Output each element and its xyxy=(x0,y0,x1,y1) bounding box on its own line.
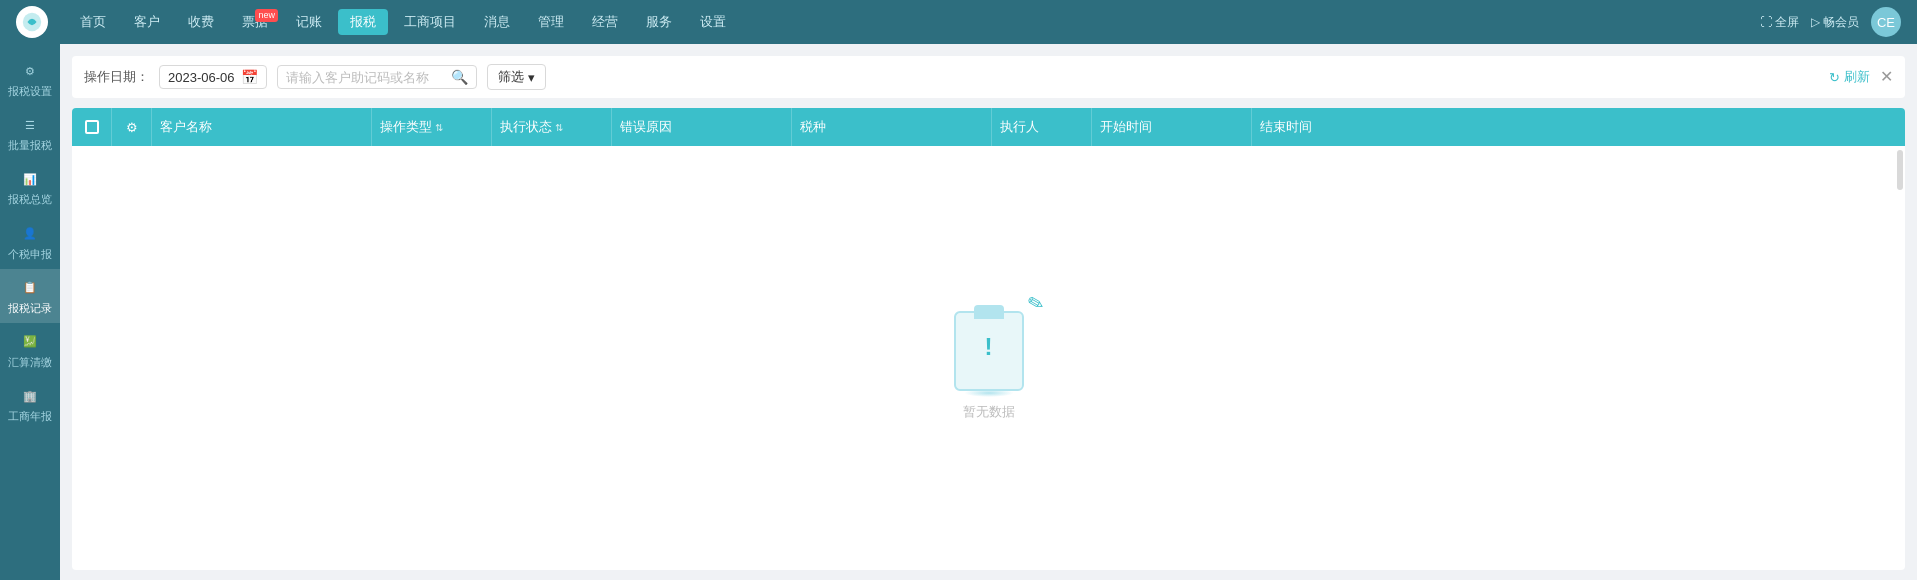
empty-state: ! ✏ 暂无数据 xyxy=(72,146,1905,566)
nav-item-7[interactable]: 消息 xyxy=(472,9,522,35)
tax-person-icon: 👤 xyxy=(19,223,41,245)
search-input[interactable] xyxy=(286,70,451,85)
th-executor: 执行人 xyxy=(992,108,1092,146)
nav-right: ⛶ 全屏 ▷ 畅会员 CE xyxy=(1760,7,1901,37)
avatar[interactable]: CE xyxy=(1871,7,1901,37)
nav-item-2[interactable]: 收费 xyxy=(176,9,226,35)
sort-icon-status: ⇅ xyxy=(555,122,563,133)
sidebar-label-6: 工商年报 xyxy=(8,410,52,423)
clipboard-body: ! xyxy=(954,311,1024,391)
sidebar-item-0[interactable]: ⚙ 报税设置 xyxy=(0,52,60,106)
overview-icon: 📊 xyxy=(19,168,41,190)
refresh-label: 刷新 xyxy=(1844,68,1870,86)
nav-item-8[interactable]: 管理 xyxy=(526,9,576,35)
nav-item-4[interactable]: 记账 xyxy=(284,9,334,35)
th-name: 客户名称 xyxy=(152,108,372,146)
sidebar-item-5[interactable]: 💹 汇算清缴 xyxy=(0,323,60,377)
gear-th: ⚙ xyxy=(112,108,152,146)
sidebar-item-3[interactable]: 👤 个税申报 xyxy=(0,215,60,269)
nav-item-6[interactable]: 工商项目 xyxy=(392,9,468,35)
nav-items: 首页客户收费票据new记账报税工商项目消息管理经营服务设置 xyxy=(68,9,1760,35)
calendar-icon: 📅 xyxy=(241,69,258,85)
fullscreen-button[interactable]: ⛶ 全屏 xyxy=(1760,14,1799,31)
fullscreen-label: 全屏 xyxy=(1775,14,1799,31)
sidebar-item-1[interactable]: ☰ 批量报税 xyxy=(0,106,60,160)
sidebar-item-6[interactable]: 🏢 工商年报 xyxy=(0,377,60,431)
sidebar-label-5: 汇算清缴 xyxy=(8,356,52,369)
vip-icon: ▷ xyxy=(1811,15,1820,29)
th-tax-type: 税种 xyxy=(792,108,992,146)
th-end-time: 结束时间 xyxy=(1252,108,1392,146)
search-icon[interactable]: 🔍 xyxy=(451,69,468,85)
fullscreen-icon: ⛶ xyxy=(1760,15,1772,29)
table-header: ⚙ 客户名称 操作类型 ⇅ 执行状态 ⇅ 错误原因 税种 xyxy=(72,108,1905,146)
nav-item-9[interactable]: 经营 xyxy=(580,9,630,35)
empty-text: 暂无数据 xyxy=(963,403,1015,421)
th-type[interactable]: 操作类型 ⇅ xyxy=(372,108,492,146)
exclaim-icon: ! xyxy=(985,333,993,361)
select-all-th xyxy=(72,108,112,146)
pen-icon: ✏ xyxy=(1022,288,1049,317)
empty-illustration: ! ✏ xyxy=(929,291,1049,391)
date-value: 2023-06-06 xyxy=(168,70,235,85)
nav-item-11[interactable]: 设置 xyxy=(688,9,738,35)
sidebar-label-2: 报税总览 xyxy=(8,193,52,206)
th-status[interactable]: 执行状态 ⇅ xyxy=(492,108,612,146)
filter-button[interactable]: 筛选 ▾ xyxy=(487,64,546,90)
sidebar-label-1: 批量报税 xyxy=(8,139,52,152)
sidebar-item-2[interactable]: 📊 报税总览 xyxy=(0,160,60,214)
nav-item-1[interactable]: 客户 xyxy=(122,9,172,35)
sort-icon-type: ⇅ xyxy=(435,122,443,133)
nav-item-3[interactable]: 票据new xyxy=(230,9,280,35)
settings-icon: ⚙ xyxy=(19,60,41,82)
filter-bar: 操作日期： 2023-06-06 📅 🔍 筛选 ▾ ↻ 刷新 ✕ xyxy=(72,56,1905,98)
sidebar-label-4: 报税记录 xyxy=(8,302,52,315)
nav-item-0[interactable]: 首页 xyxy=(68,9,118,35)
close-button[interactable]: ✕ xyxy=(1880,69,1893,85)
th-error: 错误原因 xyxy=(612,108,792,146)
annual-icon: 🏢 xyxy=(19,385,41,407)
vip-label: 畅会员 xyxy=(1823,14,1859,31)
date-label: 操作日期： xyxy=(84,68,149,86)
gear-icon[interactable]: ⚙ xyxy=(126,120,138,135)
th-start-time: 开始时间 xyxy=(1092,108,1252,146)
app-logo[interactable] xyxy=(16,6,48,38)
content-area: 操作日期： 2023-06-06 📅 🔍 筛选 ▾ ↻ 刷新 ✕ xyxy=(60,44,1917,580)
avatar-text: CE xyxy=(1877,15,1895,30)
nav-badge-3: new xyxy=(255,9,278,22)
search-box: 🔍 xyxy=(277,65,477,89)
filter-label-text: 筛选 xyxy=(498,68,524,86)
sidebar-label-3: 个税申报 xyxy=(8,248,52,261)
nav-item-10[interactable]: 服务 xyxy=(634,9,684,35)
chevron-down-icon: ▾ xyxy=(528,70,535,85)
record-icon: 📋 xyxy=(19,277,41,299)
date-picker[interactable]: 2023-06-06 📅 xyxy=(159,65,267,89)
refresh-icon: ↻ xyxy=(1829,70,1840,85)
drop-shadow xyxy=(964,389,1014,397)
clipboard-top xyxy=(974,305,1004,319)
sidebar: ⚙ 报税设置 ☰ 批量报税 📊 报税总览 👤 个税申报 📋 报税记录 💹 汇算清缴 🏢 工商年报 xyxy=(0,44,60,580)
sidebar-item-4[interactable]: 📋 报税记录 xyxy=(0,269,60,323)
refresh-button[interactable]: ↻ 刷新 xyxy=(1829,68,1870,86)
data-table: ⚙ 客户名称 操作类型 ⇅ 执行状态 ⇅ 错误原因 税种 xyxy=(72,108,1905,570)
settle-icon: 💹 xyxy=(19,331,41,353)
top-navigation: 首页客户收费票据new记账报税工商项目消息管理经营服务设置 ⛶ 全屏 ▷ 畅会员… xyxy=(0,0,1917,44)
batch-icon: ☰ xyxy=(19,114,41,136)
main-layout: ⚙ 报税设置 ☰ 批量报税 📊 报税总览 👤 个税申报 📋 报税记录 💹 汇算清缴 🏢 工商年报 操作日期… xyxy=(0,44,1917,580)
vip-button[interactable]: ▷ 畅会员 xyxy=(1811,14,1859,31)
select-all-checkbox[interactable] xyxy=(85,120,99,134)
nav-item-5[interactable]: 报税 xyxy=(338,9,388,35)
sidebar-label-0: 报税设置 xyxy=(8,85,52,98)
scrollbar[interactable] xyxy=(1897,150,1903,190)
